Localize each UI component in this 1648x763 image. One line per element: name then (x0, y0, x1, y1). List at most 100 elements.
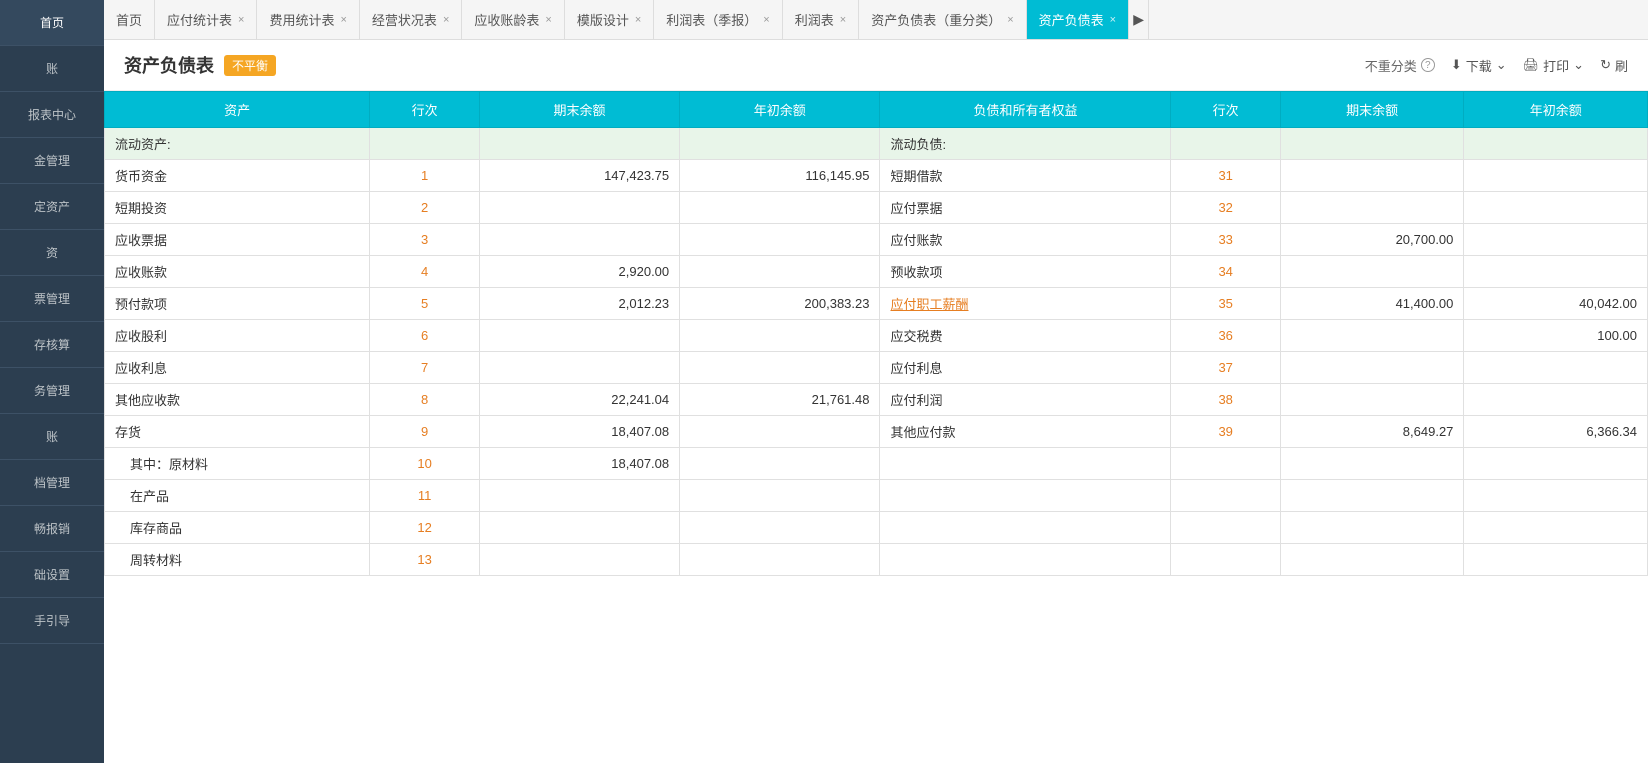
sidebar-item-fund[interactable]: 金管理 (0, 138, 104, 184)
sidebar-item-capital[interactable]: 资 (0, 230, 104, 276)
tab-profit-quarterly-close[interactable]: × (763, 14, 769, 26)
right-begin (1464, 224, 1648, 256)
tab-template-design[interactable]: 模版设计 × (565, 0, 654, 40)
table-row[interactable]: 短期投资 2 应付票据 32 (105, 192, 1648, 224)
table-row[interactable]: 应收利息 7 应付利息 37 (105, 352, 1648, 384)
left-end (479, 480, 679, 512)
tab-profit[interactable]: 利润表 × (783, 0, 859, 40)
left-end: 147,423.75 (479, 160, 679, 192)
tab-receivable-aging-close[interactable]: × (545, 14, 551, 26)
refresh-icon: ↻ (1600, 57, 1611, 73)
right-begin (1464, 352, 1648, 384)
left-begin (680, 320, 880, 352)
sidebar-item-ledger[interactable]: 账 (0, 414, 104, 460)
tab-operations-close[interactable]: × (443, 14, 449, 26)
sidebar-item-inventory[interactable]: 存核算 (0, 322, 104, 368)
right-row: 32 (1171, 192, 1280, 224)
tab-receivable-aging-label: 应收账龄表 (474, 10, 539, 29)
left-end (479, 320, 679, 352)
tab-balance-label: 资产负债表 (1039, 10, 1104, 29)
left-label: 货币资金 (105, 160, 370, 192)
right-end (1280, 352, 1464, 384)
refresh-button[interactable]: ↻ 刷 (1600, 56, 1628, 75)
table-row[interactable]: 其中：原材料 10 18,407.08 (105, 448, 1648, 480)
tab-payable-stats[interactable]: 应付统计表 × (155, 0, 257, 40)
left-label: 周转材料 (105, 544, 370, 576)
left-label: 存货 (105, 416, 370, 448)
right-label (880, 512, 1171, 544)
left-row: 5 (370, 288, 479, 320)
balance-sheet-table: 资产 行次 期末余额 年初余额 负债和所有者权益 行次 期末余额 年初余额 流动… (104, 91, 1648, 576)
sidebar-item-expense[interactable]: 畅报销 (0, 506, 104, 552)
tab-scroll-right[interactable]: ▶ (1129, 0, 1149, 40)
print-button[interactable]: 🖨 打印 ⌄ (1523, 56, 1584, 75)
help-icon[interactable]: ? (1421, 58, 1435, 72)
table-row[interactable]: 货币资金 1 147,423.75 116,145.95 短期借款 31 (105, 160, 1648, 192)
sidebar-item-business[interactable]: 务管理 (0, 368, 104, 414)
right-end (1280, 256, 1464, 288)
tab-balance[interactable]: 资产负债表 × (1027, 0, 1129, 40)
left-row: 1 (370, 160, 479, 192)
right-begin: 100.00 (1464, 320, 1648, 352)
left-end (479, 224, 679, 256)
table-row[interactable]: 周转材料 13 (105, 544, 1648, 576)
sidebar: 首页 账 报表中心 金管理 定资产 资 票管理 存核算 务管理 账 档管理 畅报… (0, 0, 104, 763)
no-reclassify-option[interactable]: 不重分类 ? (1365, 56, 1435, 75)
tab-expense-stats[interactable]: 费用统计表 × (257, 0, 359, 40)
right-begin (1464, 256, 1648, 288)
download-arrow-icon: ⌄ (1496, 57, 1507, 73)
tab-template-design-close[interactable]: × (635, 14, 641, 26)
tab-profit-quarterly[interactable]: 利润表（季报） × (654, 0, 782, 40)
sidebar-item-settings[interactable]: 础设置 (0, 552, 104, 598)
download-icon: ⬇ (1451, 57, 1462, 73)
tab-balance-close[interactable]: × (1110, 14, 1116, 26)
tab-receivable-aging[interactable]: 应收账龄表 × (462, 0, 564, 40)
left-begin (680, 416, 880, 448)
tab-operations[interactable]: 经营状况表 × (360, 0, 462, 40)
table-row[interactable]: 应收股利 6 应交税费 36 100.00 (105, 320, 1648, 352)
left-begin: 21,761.48 (680, 384, 880, 416)
tab-home[interactable]: 首页 (104, 0, 155, 40)
right-end (1280, 544, 1464, 576)
right-end: 8,649.27 (1280, 416, 1464, 448)
sidebar-item-archive[interactable]: 档管理 (0, 460, 104, 506)
left-end (479, 512, 679, 544)
sidebar-item-guide[interactable]: 手引导 (0, 598, 104, 644)
table-row[interactable]: 存货 9 18,407.08 其他应付款 39 8,649.27 6,366.3… (105, 416, 1648, 448)
left-label: 预付款项 (105, 288, 370, 320)
tab-expense-stats-close[interactable]: × (340, 14, 346, 26)
right-row (1171, 544, 1280, 576)
sidebar-item-ticket[interactable]: 票管理 (0, 276, 104, 322)
col-end-balance-right: 期末余额 (1280, 92, 1464, 128)
col-end-balance-left: 期末余额 (479, 92, 679, 128)
sidebar-item-home[interactable]: 首页 (0, 0, 104, 46)
table-row[interactable]: 在产品 11 (105, 480, 1648, 512)
print-label: 打印 (1543, 56, 1569, 75)
tab-balance-reclassified-close[interactable]: × (1007, 14, 1013, 26)
right-begin (1464, 160, 1648, 192)
section-current-assets: 流动资产: 流动负债: (105, 128, 1648, 160)
tab-balance-reclassified-label: 资产负债表（重分类） (871, 10, 1001, 29)
left-end: 22,241.04 (479, 384, 679, 416)
tab-balance-reclassified[interactable]: 资产负债表（重分类） × (859, 0, 1026, 40)
right-end (1280, 512, 1464, 544)
tab-expense-stats-label: 费用统计表 (269, 10, 334, 29)
download-button[interactable]: ⬇ 下载 ⌄ (1451, 56, 1507, 75)
left-begin (680, 544, 880, 576)
tab-profit-close[interactable]: × (840, 14, 846, 26)
table-row[interactable]: 其他应收款 8 22,241.04 21,761.48 应付利润 38 (105, 384, 1648, 416)
left-begin (680, 512, 880, 544)
sidebar-item-report-center[interactable]: 报表中心 (0, 92, 104, 138)
table-row[interactable]: 预付款项 5 2,012.23 200,383.23 应付职工薪酬 35 41,… (105, 288, 1648, 320)
right-row: 35 (1171, 288, 1280, 320)
tab-payable-stats-close[interactable]: × (238, 14, 244, 26)
table-row[interactable]: 应收票据 3 应付账款 33 20,700.00 (105, 224, 1648, 256)
sidebar-item-fixed-assets[interactable]: 定资产 (0, 184, 104, 230)
table-row[interactable]: 库存商品 12 (105, 512, 1648, 544)
sidebar-item-account[interactable]: 账 (0, 46, 104, 92)
tab-payable-stats-label: 应付统计表 (167, 10, 232, 29)
main-area: 首页 应付统计表 × 费用统计表 × 经营状况表 × 应收账龄表 × 模版设计 … (104, 0, 1648, 763)
print-arrow-icon: ⌄ (1573, 57, 1584, 73)
right-begin (1464, 384, 1648, 416)
table-row[interactable]: 应收账款 4 2,920.00 预收款项 34 (105, 256, 1648, 288)
